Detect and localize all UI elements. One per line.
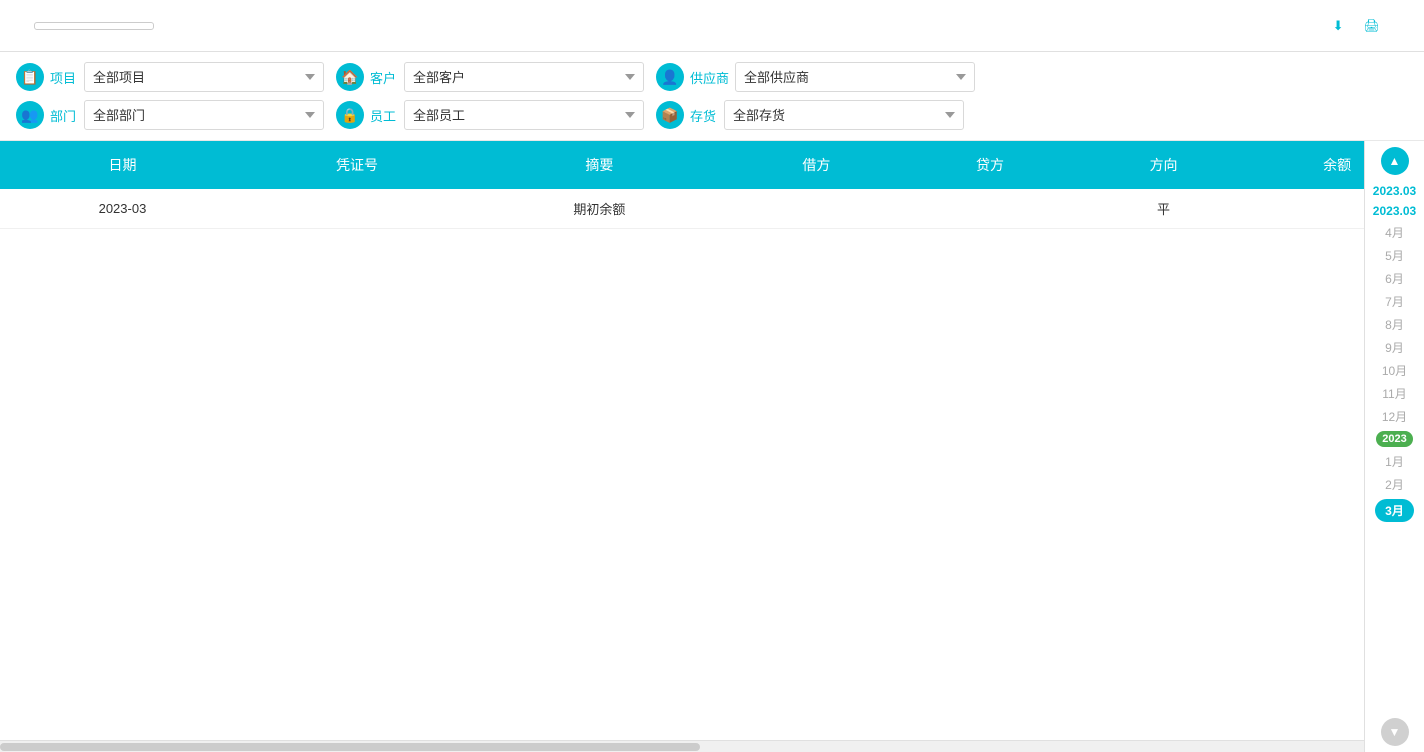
table-row[interactable]: 2023-03 期初余额 平 <box>0 189 1424 229</box>
timeline-item[interactable]: 2023.03 <box>1365 201 1424 221</box>
timeline-item[interactable]: 12月 <box>1365 405 1424 428</box>
print-icon: 🖨 <box>1363 18 1380 34</box>
horizontal-scrollbar[interactable] <box>0 740 1424 752</box>
table-header: 日期 凭证号 摘要 借方 贷方 方向 余额 <box>0 141 1424 189</box>
timeline-sidebar: ▲ 2023.032023.034月5月6月7月8月9月10月11月12月202… <box>1364 141 1424 752</box>
cell-summary: 期初余额 <box>469 189 729 229</box>
employee-select[interactable]: 全部员工 <box>404 100 644 130</box>
table-body: 2023-03 期初余额 平 <box>0 189 1424 229</box>
customer-label: 客户 <box>370 68 398 87</box>
download-button[interactable]: ⬇ <box>1333 18 1348 34</box>
supplier-icon: 👤 <box>656 63 684 91</box>
project-select[interactable]: 全部项目 <box>84 62 324 92</box>
download-icon: ⬇ <box>1333 18 1344 34</box>
timeline-item[interactable]: 2023.03 <box>1365 181 1424 201</box>
timeline-item[interactable]: 1月 <box>1365 450 1424 473</box>
dept-icon: 👥 <box>16 101 44 129</box>
cell-debit <box>730 189 904 229</box>
timeline-item[interactable]: 2023 <box>1376 431 1412 447</box>
cell-voucher <box>245 189 469 229</box>
project-icon: 📋 <box>16 63 44 91</box>
customer-icon: 🏠 <box>336 63 364 91</box>
project-label: 项目 <box>50 68 78 87</box>
timeline-item[interactable]: 7月 <box>1365 290 1424 313</box>
timeline-item[interactable]: 5月 <box>1365 244 1424 267</box>
app-window: ⬇ 🖨 📋 项目 全部项目 🏠 客户 <box>0 0 1424 752</box>
account-code <box>34 22 154 30</box>
timeline-item[interactable]: 10月 <box>1365 359 1424 382</box>
inventory-select[interactable]: 全部存货 <box>724 100 964 130</box>
cell-direction: 平 <box>1077 189 1251 229</box>
employee-icon: 🔒 <box>336 101 364 129</box>
filter-project: 📋 项目 全部项目 <box>16 62 324 92</box>
dept-label: 部门 <box>50 106 78 125</box>
cell-credit <box>903 189 1077 229</box>
scrollbar-thumb <box>0 743 700 751</box>
customer-select[interactable]: 全部客户 <box>404 62 644 92</box>
filter-row-1: 📋 项目 全部项目 🏠 客户 全部客户 👤 供应商 全部供应商 <box>16 62 1408 92</box>
header-bar: ⬇ 🖨 <box>0 0 1424 52</box>
supplier-label: 供应商 <box>690 68 729 87</box>
col-direction: 方向 <box>1077 141 1251 189</box>
filter-customer: 🏠 客户 全部客户 <box>336 62 644 92</box>
timeline-item[interactable]: 4月 <box>1365 221 1424 244</box>
cell-date: 2023-03 <box>0 189 245 229</box>
print-button[interactable]: 🖨 <box>1363 18 1384 34</box>
timeline-item[interactable]: 2月 <box>1365 473 1424 496</box>
filter-row-2: 👥 部门 全部部门 🔒 员工 全部员工 📦 存货 全部存货 <box>16 100 1408 130</box>
header-actions: ⬇ 🖨 <box>1333 18 1408 34</box>
dept-select[interactable]: 全部部门 <box>84 100 324 130</box>
prev-arrow[interactable] <box>16 24 28 28</box>
data-table: 日期 凭证号 摘要 借方 贷方 方向 余额 2023-03 期初余额 <box>0 141 1424 229</box>
filter-dept: 👥 部门 全部部门 <box>16 100 324 130</box>
col-credit: 贷方 <box>903 141 1077 189</box>
supplier-select[interactable]: 全部供应商 <box>735 62 975 92</box>
timeline-item[interactable]: 3月 <box>1375 499 1414 522</box>
timeline-item[interactable]: 11月 <box>1365 382 1424 405</box>
col-date: 日期 <box>0 141 245 189</box>
timeline-item[interactable]: 9月 <box>1365 336 1424 359</box>
timeline-up-button[interactable]: ▲ <box>1381 147 1409 175</box>
timeline-down-button[interactable]: ▼ <box>1381 718 1409 746</box>
col-debit: 借方 <box>730 141 904 189</box>
filter-employee: 🔒 员工 全部员工 <box>336 100 644 130</box>
col-voucher: 凭证号 <box>245 141 469 189</box>
next-arrow[interactable] <box>160 24 172 28</box>
inventory-icon: 📦 <box>656 101 684 129</box>
filter-supplier: 👤 供应商 全部供应商 <box>656 62 975 92</box>
table-scroll[interactable]: 日期 凭证号 摘要 借方 贷方 方向 余额 2023-03 期初余额 <box>0 141 1424 740</box>
filter-section: 📋 项目 全部项目 🏠 客户 全部客户 👤 供应商 全部供应商 <box>0 52 1424 141</box>
filter-inventory: 📦 存货 全部存货 <box>656 100 964 130</box>
timeline-item[interactable]: 8月 <box>1365 313 1424 336</box>
col-summary: 摘要 <box>469 141 729 189</box>
table-area: 日期 凭证号 摘要 借方 贷方 方向 余额 2023-03 期初余额 <box>0 141 1424 752</box>
inventory-label: 存货 <box>690 106 718 125</box>
employee-label: 员工 <box>370 106 398 125</box>
timeline-item[interactable]: 6月 <box>1365 267 1424 290</box>
